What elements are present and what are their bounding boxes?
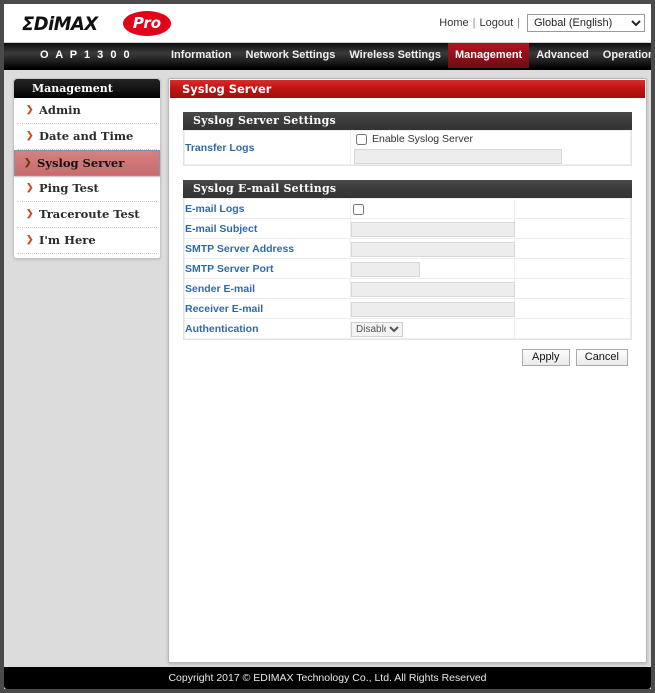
table-row-smtp-server-address: SMTP Server Address [184, 238, 631, 259]
label-authentication: Authentication [184, 318, 351, 339]
spacer-cell [514, 298, 631, 319]
logo-brand-text: ΣDiMAX [22, 13, 98, 35]
page-title: Syslog Server [170, 80, 645, 98]
sidebar-menu: Management ❯ Admin ❯ Date and Time ❯ Sys… [13, 78, 161, 259]
label-sender-email: Sender E-mail [184, 278, 351, 299]
field-sender-email [350, 278, 515, 299]
sidebar-item-date-and-time[interactable]: ❯ Date and Time [17, 124, 157, 150]
chevron-right-icon: ❯ [26, 131, 34, 141]
chevron-right-icon: ❯ [26, 209, 34, 219]
spacer-cell [514, 278, 631, 299]
table-row-authentication: Authentication Disable [184, 318, 631, 339]
syslog-email-settings-table: E-mail Logs E-mail Subject SMTP Server A… [184, 198, 631, 339]
sidebar-item-traceroute-test[interactable]: ❯ Traceroute Test [17, 202, 157, 228]
nav-items-container: Information Network Settings Wireless Se… [164, 43, 651, 68]
chevron-right-icon: ❯ [26, 105, 34, 115]
table-row-receiver-email: Receiver E-mail [184, 298, 631, 319]
sidebar-item-label: Traceroute Test [39, 207, 140, 221]
spacer-cell [514, 238, 631, 259]
table-row-email-logs: E-mail Logs [184, 198, 631, 219]
edimax-pro-logo: ΣDiMAX Pro [22, 9, 182, 37]
logo-pro-badge: Pro [123, 11, 171, 36]
sidebar-item-admin[interactable]: ❯ Admin [17, 98, 157, 124]
table-row-sender-email: Sender E-mail [184, 278, 631, 299]
section-body-syslog-email-settings: E-mail Logs E-mail Subject SMTP Server A… [183, 198, 632, 340]
sidebar-item-label: Syslog Server [37, 156, 125, 170]
label-smtp-server-address: SMTP Server Address [184, 238, 351, 259]
home-link[interactable]: Home [436, 17, 471, 29]
section-header-syslog-server-settings: Syslog Server Settings [183, 112, 632, 130]
sidebar-item-syslog-server[interactable]: ❯ Syslog Server [14, 150, 160, 176]
nav-item-network-settings[interactable]: Network Settings [239, 43, 343, 68]
syslog-server-settings-section: Syslog Server Settings Transfer Logs Ena… [183, 112, 632, 166]
nav-item-management[interactable]: Management [447, 43, 530, 68]
label-receiver-email: Receiver E-mail [184, 298, 351, 319]
label-transfer-logs: Transfer Logs [184, 130, 351, 165]
field-smtp-server-port [350, 258, 515, 279]
enable-syslog-server-checkbox-line: Enable Syslog Server [354, 133, 630, 145]
field-authentication: Disable [350, 318, 515, 339]
enable-syslog-server-label: Enable Syslog Server [372, 133, 473, 145]
main-navigation-bar: O A P 1 3 0 0 Information Network Settin… [4, 43, 651, 70]
syslog-server-address-input[interactable] [354, 149, 562, 164]
page-frame: ΣDiMAX Pro Home | Logout | Global (Engli… [4, 4, 651, 689]
chevron-right-icon: ❯ [24, 158, 32, 168]
label-email-logs: E-mail Logs [184, 198, 351, 219]
authentication-select[interactable]: Disable [351, 321, 403, 337]
spacer-cell [514, 198, 631, 219]
nav-item-operation-mode[interactable]: Operation Mode [596, 43, 651, 68]
link-separator-2: | [517, 17, 520, 29]
section-body-syslog-server-settings: Transfer Logs Enable Syslog Server [183, 130, 632, 166]
smtp-server-address-input[interactable] [351, 241, 515, 257]
nav-item-information[interactable]: Information [164, 43, 239, 68]
logo-pro-text: Pro [132, 14, 162, 32]
field-email-subject [350, 218, 515, 239]
copyright-text: Copyright 2017 © EDIMAX Technology Co., … [168, 672, 487, 684]
sidebar-item-ping-test[interactable]: ❯ Ping Test [17, 176, 157, 202]
table-row-transfer-logs: Transfer Logs Enable Syslog Server [184, 130, 631, 165]
language-select[interactable]: Global (English) [527, 14, 645, 32]
sidebar-item-label: I'm Here [39, 233, 96, 247]
smtp-server-port-input[interactable] [351, 261, 420, 277]
sidebar-item-label: Admin [39, 103, 81, 117]
field-smtp-server-address [350, 238, 515, 259]
form-action-buttons: Apply Cancel [183, 349, 628, 366]
device-model-name: O A P 1 3 0 0 [40, 49, 132, 61]
spacer-cell [514, 218, 631, 239]
nav-item-advanced[interactable]: Advanced [529, 43, 596, 68]
footer-bar: Copyright 2017 © EDIMAX Technology Co., … [4, 667, 651, 689]
chevron-right-icon: ❯ [26, 235, 34, 245]
table-row-smtp-server-port: SMTP Server Port [184, 258, 631, 279]
section-header-syslog-email-settings: Syslog E-mail Settings [183, 180, 632, 198]
nav-item-wireless-settings[interactable]: Wireless Settings [342, 43, 448, 68]
sidebar-title: Management [14, 79, 160, 98]
sender-email-input[interactable] [351, 281, 515, 297]
logout-link[interactable]: Logout [476, 17, 516, 29]
sidebar-item-im-here[interactable]: ❯ I'm Here [17, 228, 157, 254]
receiver-email-input[interactable] [351, 301, 515, 317]
syslog-email-settings-section: Syslog E-mail Settings E-mail Logs E-mai… [183, 180, 632, 340]
enable-syslog-server-checkbox[interactable] [356, 133, 367, 145]
syslog-server-settings-table: Transfer Logs Enable Syslog Server [184, 130, 631, 165]
label-email-subject: E-mail Subject [184, 218, 351, 239]
apply-button[interactable]: Apply [521, 349, 570, 366]
label-smtp-server-port: SMTP Server Port [184, 258, 351, 279]
top-bar: ΣDiMAX Pro Home | Logout | Global (Engli… [4, 4, 651, 43]
field-transfer-logs: Enable Syslog Server [350, 130, 631, 165]
spacer-cell [514, 318, 631, 339]
content-area: Management ❯ Admin ❯ Date and Time ❯ Sys… [4, 70, 651, 667]
field-receiver-email [350, 298, 515, 319]
table-row-email-subject: E-mail Subject [184, 218, 631, 239]
email-subject-input[interactable] [351, 221, 515, 237]
field-email-logs [350, 198, 515, 219]
cancel-button[interactable]: Cancel [575, 349, 628, 366]
chevron-right-icon: ❯ [26, 183, 34, 193]
top-right-controls: Home | Logout | Global (English) [436, 14, 645, 32]
sidebar-item-label: Ping Test [39, 181, 99, 195]
email-logs-checkbox[interactable] [353, 203, 364, 215]
main-content-panel: Syslog Server Syslog Server Settings Tra… [168, 78, 647, 663]
sidebar-item-label: Date and Time [39, 129, 134, 143]
spacer-cell [514, 258, 631, 279]
